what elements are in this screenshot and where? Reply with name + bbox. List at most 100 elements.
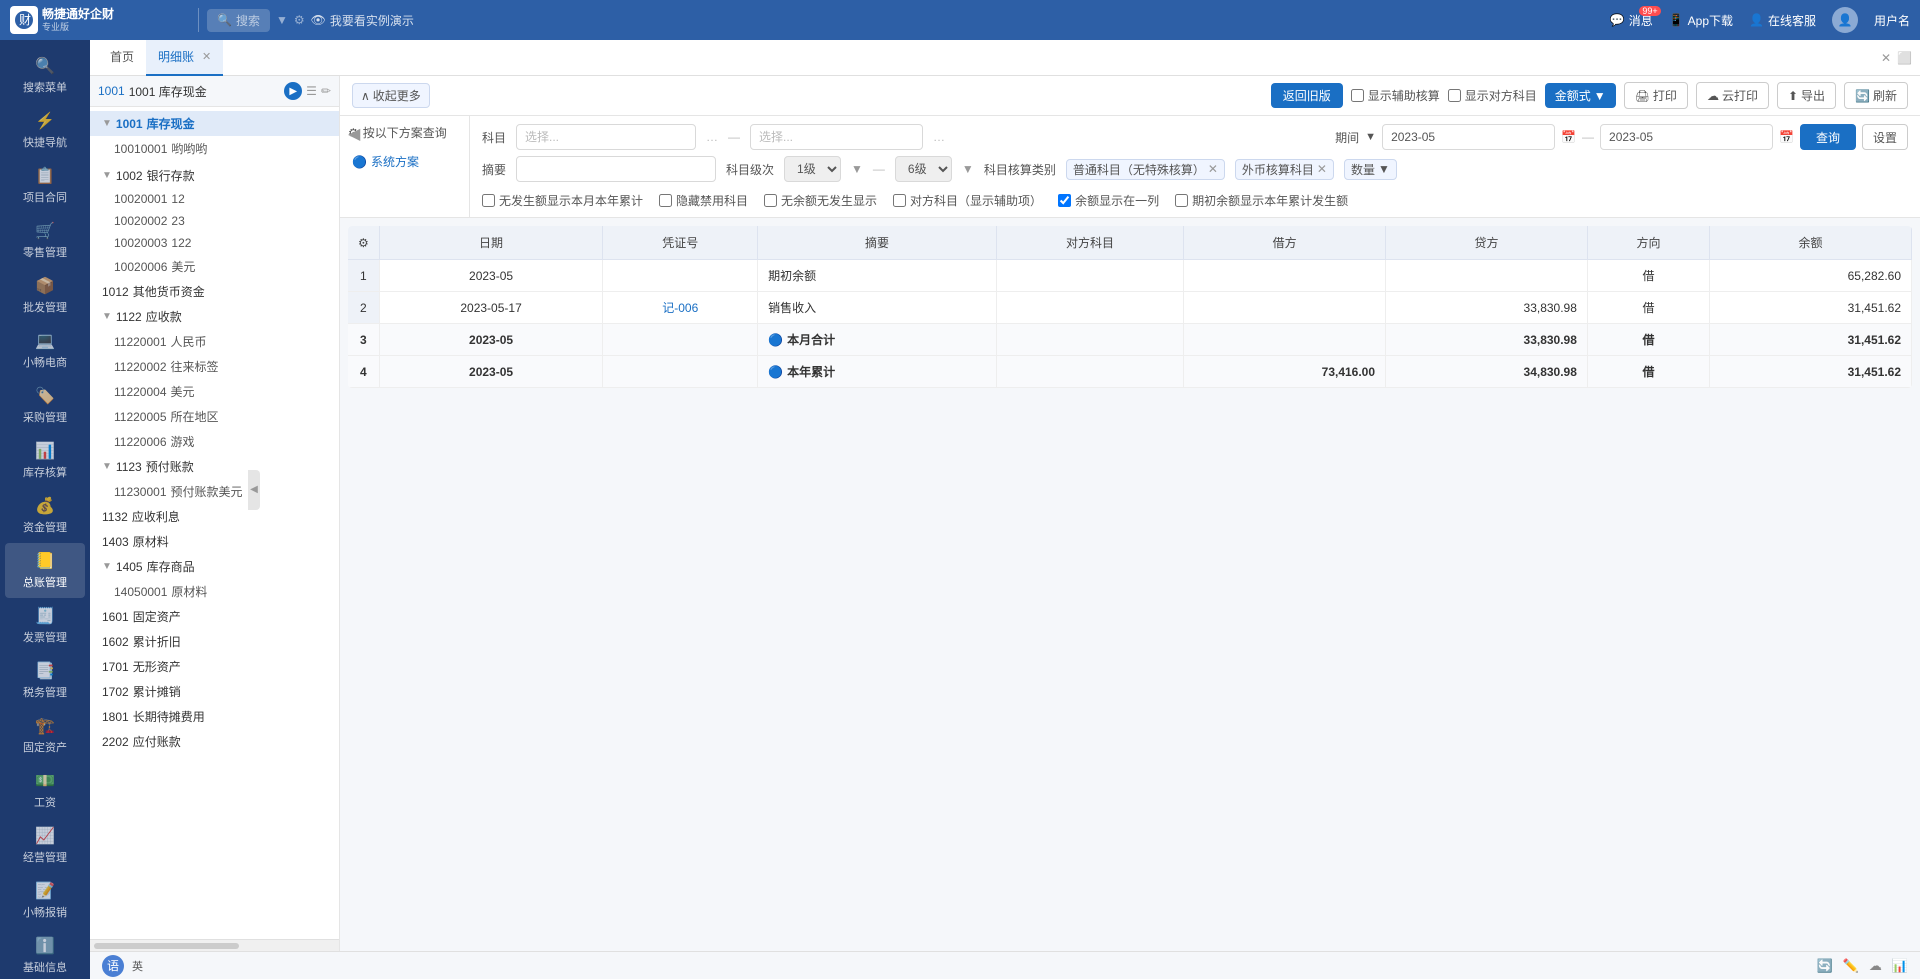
status-edit-icon[interactable]: ✏️	[1843, 958, 1859, 974]
level-start-select[interactable]: 1级2级3级	[784, 156, 841, 182]
expand-more-btn[interactable]: ∧ 收起更多	[352, 83, 430, 108]
sidebar-item-business[interactable]: 📈 经营管理	[5, 818, 85, 873]
tree-item-10010001[interactable]: 10010001 哟哟哟	[90, 136, 339, 161]
calendar-icon-start[interactable]: 📅	[1561, 130, 1576, 144]
subject-input[interactable]	[516, 124, 696, 150]
sidebar-item-capital[interactable]: 💰 资金管理	[5, 488, 85, 543]
tab-detail-close[interactable]: ✕	[202, 50, 211, 63]
opt-counter-subject[interactable]: 对方科目（显示辅助项）	[893, 192, 1042, 209]
calendar-icon-end[interactable]: 📅	[1779, 130, 1794, 144]
opt-no-occurrence-input[interactable]	[482, 194, 495, 207]
sidebar-item-general-ledger[interactable]: 📒 总账管理	[5, 543, 85, 598]
sidebar-item-inventory[interactable]: 📊 库存核算	[5, 433, 85, 488]
tab-bar-close-icon[interactable]: ✕	[1881, 51, 1891, 65]
period-start-input[interactable]	[1382, 124, 1555, 150]
opt-counter-subject-input[interactable]	[893, 194, 906, 207]
cloud-print-btn[interactable]: ☁ 云打印	[1696, 82, 1769, 109]
summary-input[interactable]	[516, 156, 716, 182]
sidebar-item-invoice[interactable]: 🧾 发票管理	[5, 598, 85, 653]
sidebar-item-quick-nav[interactable]: ⚡ 快捷导航	[5, 103, 85, 158]
tree-item-1123[interactable]: ▼ 1123 预付账款	[90, 454, 339, 479]
settings-icon[interactable]: ⚙	[294, 13, 305, 27]
tree-item-1001[interactable]: ▼ 1001 库存现金	[90, 111, 339, 136]
sidebar-item-search[interactable]: 🔍 搜索菜单	[5, 48, 85, 103]
tree-item-1122[interactable]: ▼ 1122 应收款	[90, 304, 339, 329]
tree-item-10020002[interactable]: 10020002 23	[90, 210, 339, 232]
opt-hide-disabled-input[interactable]	[659, 194, 672, 207]
status-chart-icon[interactable]: 📊	[1892, 958, 1908, 974]
tree-item-1702[interactable]: 1702 累计摊销	[90, 679, 339, 704]
tree-item-10020001[interactable]: 10020001 12	[90, 188, 339, 210]
query-btn[interactable]: 查询	[1800, 124, 1856, 150]
tree-item-1012[interactable]: 1012 其他货币资金	[90, 279, 339, 304]
sidebar-item-basic-info[interactable]: ℹ️ 基础信息	[5, 928, 85, 979]
tree-item-1602[interactable]: 1602 累计折旧	[90, 629, 339, 654]
settings-filter-btn[interactable]: 设置	[1862, 124, 1908, 150]
tree-item-11220004[interactable]: 11220004 美元	[90, 379, 339, 404]
tree-item-1405[interactable]: ▼ 1405 库存商品	[90, 554, 339, 579]
tree-item-1132[interactable]: 1132 应收利息	[90, 504, 339, 529]
sidebar-item-purchase[interactable]: 🏷️ 采购管理	[5, 378, 85, 433]
tree-item-11220001[interactable]: 11220001 人民币	[90, 329, 339, 354]
subject-end-input[interactable]	[750, 124, 923, 150]
quantity-dropdown[interactable]: ▼	[1378, 162, 1390, 176]
message-btn[interactable]: 💬 消息 99+	[1610, 12, 1653, 29]
sidebar-item-xiaochang-sales[interactable]: 📝 小畅报销	[5, 873, 85, 928]
tree-item-11230001[interactable]: 11230001 预付账款美元	[90, 479, 339, 504]
tree-item-1801[interactable]: 1801 长期待摊费用	[90, 704, 339, 729]
level-end-select[interactable]: 6级3级5级	[895, 156, 952, 182]
period-dropdown[interactable]: ▼	[1365, 131, 1376, 143]
tree-item-10020006[interactable]: 10020006 美元	[90, 254, 339, 279]
opt-balance-col-input[interactable]	[1058, 194, 1071, 207]
tree-item-10020003[interactable]: 10020003 122	[90, 232, 339, 254]
demo-link[interactable]: 👁 我要看实例演示	[311, 12, 414, 29]
sidebar-item-ecommerce[interactable]: 💻 小畅电商	[5, 323, 85, 378]
opt-hide-disabled[interactable]: 隐藏禁用科目	[659, 192, 748, 209]
tree-item-1403[interactable]: 1403 原材料	[90, 529, 339, 554]
tree-item-11220002[interactable]: 11220002 往来标签	[90, 354, 339, 379]
search-box[interactable]: 🔍 搜索	[207, 9, 270, 32]
tree-item-11220006[interactable]: 11220006 游戏	[90, 429, 339, 454]
lang-btn[interactable]: 语	[102, 955, 124, 977]
user-avatar[interactable]: 👤	[1832, 7, 1858, 33]
tab-home[interactable]: 首页	[98, 40, 146, 76]
tag-normal-close[interactable]: ✕	[1208, 162, 1218, 176]
tree-scrollbar[interactable]	[90, 939, 339, 951]
sidebar-item-retail[interactable]: 🛒 零售管理	[5, 213, 85, 268]
tab-bar-expand-icon[interactable]: ⬜	[1897, 51, 1912, 65]
sidebar-item-payroll[interactable]: 💵 工资	[5, 763, 85, 818]
show-counter-input[interactable]	[1448, 89, 1461, 102]
opt-no-occurrence[interactable]: 无发生额显示本月本年累计	[482, 192, 643, 209]
tag-forex-close[interactable]: ✕	[1317, 162, 1327, 176]
status-cloud-icon[interactable]: ☁	[1869, 958, 1882, 974]
sidebar-item-tax[interactable]: 📑 税务管理	[5, 653, 85, 708]
show-counter-checkbox[interactable]: 显示对方科目	[1448, 87, 1537, 104]
filter-collapse-btn[interactable]: ◀	[348, 124, 360, 144]
tree-item-14050001[interactable]: 14050001 原材料	[90, 579, 339, 604]
tree-item-1601[interactable]: 1601 固定资产	[90, 604, 339, 629]
tree-collapse-btn[interactable]: ◀	[248, 470, 260, 510]
amount-format-btn[interactable]: 金额式 ▼	[1545, 83, 1616, 108]
account-nav-btn[interactable]: ▶	[284, 82, 302, 100]
export-btn[interactable]: ⬆ 导出	[1777, 82, 1836, 109]
tree-item-1002[interactable]: ▼ 1002 银行存款	[90, 163, 339, 188]
tree-item-2202[interactable]: 2202 应付账款	[90, 729, 339, 754]
lang-text[interactable]: 英	[132, 958, 143, 974]
tree-item-11220005[interactable]: 11220005 所在地区	[90, 404, 339, 429]
tab-detail[interactable]: 明细账 ✕	[146, 40, 223, 76]
status-refresh-icon[interactable]: 🔄	[1816, 958, 1832, 974]
scheme-item-system[interactable]: 🔵 系统方案	[348, 149, 461, 174]
opt-initial-balance[interactable]: 期初余额显示本年累计发生额	[1175, 192, 1348, 209]
online-service-btn[interactable]: 👤 在线客服	[1749, 12, 1816, 29]
dropdown-arrow[interactable]: ▼	[276, 13, 288, 27]
sidebar-item-project[interactable]: 📋 项目合同	[5, 158, 85, 213]
print-btn[interactable]: 🖨 打印	[1624, 82, 1688, 109]
opt-no-balance[interactable]: 无余额无发生显示	[764, 192, 877, 209]
show-aux-checkbox[interactable]: 显示辅助核算	[1351, 87, 1440, 104]
sidebar-item-fixed-assets[interactable]: 🏗️ 固定资产	[5, 708, 85, 763]
opt-balance-col[interactable]: 余额显示在一列	[1058, 192, 1159, 209]
sidebar-item-wholesale[interactable]: 📦 批发管理	[5, 268, 85, 323]
tree-item-1701[interactable]: 1701 无形资产	[90, 654, 339, 679]
period-end-input[interactable]	[1600, 124, 1773, 150]
refresh-btn[interactable]: 🔄 刷新	[1844, 82, 1908, 109]
